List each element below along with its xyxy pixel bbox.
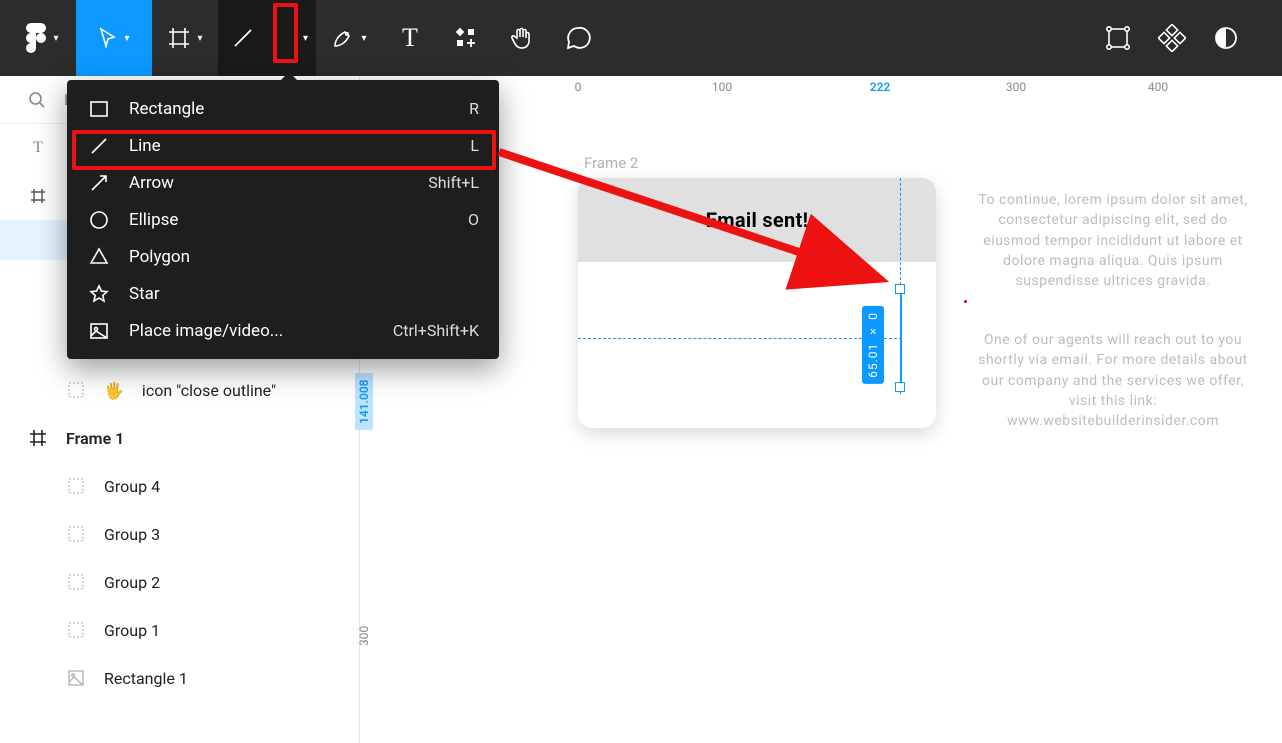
layer-group-1[interactable]: Group 1	[0, 606, 359, 654]
menu-item-star[interactable]: Star	[67, 275, 499, 312]
ruler-tick: 400	[1148, 80, 1168, 94]
chevron-down-icon: ▾	[197, 33, 202, 44]
menu-item-rectangle[interactable]: Rectangle R	[67, 90, 499, 127]
chevron-down-icon: ▾	[361, 33, 366, 44]
menu-item-place-image[interactable]: Place image/video... Ctrl+Shift+K	[67, 312, 499, 349]
comment-tool-button[interactable]	[550, 0, 606, 76]
resources-button[interactable]	[438, 0, 494, 76]
group-dashed-icon	[66, 478, 86, 494]
group-dashed-icon	[66, 574, 86, 590]
layer-group-2[interactable]: Group 2	[0, 558, 359, 606]
guide-horizontal	[578, 338, 902, 339]
menu-item-polygon[interactable]: Polygon	[67, 238, 499, 275]
layer-close-icon[interactable]: 🖐️ icon "close outline"	[0, 366, 359, 414]
toolbar-right	[1104, 24, 1274, 52]
shape-tool-dropdown: Rectangle R Line L Arrow Shift+L Ellipse…	[67, 80, 499, 359]
move-tool-button[interactable]: ▾	[76, 0, 152, 76]
cursor-emoji-icon: 🖐️	[104, 381, 124, 400]
frame-paragraph-2: One of our agents will reach out to you …	[976, 330, 1250, 431]
dimensions-badge: 65.01 × 0	[862, 306, 884, 384]
frame-label[interactable]: Frame 2	[584, 154, 638, 172]
chevron-down-icon: ▾	[124, 33, 129, 44]
search-icon	[28, 91, 46, 109]
layer-group-3[interactable]: Group 3	[0, 510, 359, 558]
chevron-down-icon: ▾	[53, 33, 58, 44]
ruler-tick: 0	[575, 80, 582, 94]
selection-handle-top[interactable]	[895, 284, 905, 294]
image-icon	[87, 321, 111, 341]
components-icon[interactable]	[1158, 24, 1186, 52]
shape-tool-chevron[interactable]: ▾	[268, 0, 316, 76]
dark-mode-icon[interactable]	[1212, 24, 1240, 52]
selected-line[interactable]	[900, 290, 902, 386]
group-dashed-icon	[66, 526, 86, 542]
menu-item-ellipse[interactable]: Ellipse O	[67, 201, 499, 238]
shape-tool-button[interactable]	[218, 0, 268, 76]
selection-handle-bottom[interactable]	[895, 382, 905, 392]
hand-tool-button[interactable]	[494, 0, 550, 76]
text-tool-button[interactable]: T	[382, 0, 438, 76]
frame-paragraph-1: To continue, lorem ipsum dolor sit amet,…	[976, 190, 1250, 291]
arrow-icon	[87, 173, 111, 193]
figma-menu-button[interactable]: ▾	[8, 0, 76, 76]
layer-rectangle-1[interactable]: Rectangle 1	[0, 654, 359, 702]
chevron-down-icon: ▾	[303, 33, 308, 44]
card-title: Email sent!	[578, 178, 936, 262]
ruler-tick: 300	[1006, 80, 1026, 94]
star-icon	[87, 284, 111, 304]
layer-group-4[interactable]: Group 4	[0, 462, 359, 510]
stray-marker	[964, 300, 967, 303]
image-layer-icon	[66, 670, 86, 686]
ruler-tick: 222	[870, 80, 891, 94]
menu-item-arrow[interactable]: Arrow Shift+L	[67, 164, 499, 201]
group-dashed-icon	[66, 622, 86, 638]
ruler-tick: 141.008	[355, 373, 373, 430]
ellipse-icon	[87, 210, 111, 230]
select-matching-icon[interactable]	[1104, 24, 1132, 52]
frame-icon	[28, 429, 48, 447]
menu-item-line[interactable]: Line L	[67, 127, 499, 164]
frame-tool-button[interactable]: ▾	[152, 0, 218, 76]
frame-icon	[28, 188, 48, 204]
ruler-tick: 300	[357, 626, 371, 646]
main-toolbar: ▾ ▾ ▾ ▾ ▾ T	[0, 0, 1282, 76]
group-dashed-icon	[66, 382, 86, 398]
rectangle-icon	[87, 99, 111, 119]
line-icon	[87, 136, 111, 156]
layer-frame-1[interactable]: Frame 1	[0, 414, 359, 462]
polygon-icon	[87, 247, 111, 267]
ruler-tick: 100	[712, 80, 732, 94]
pen-tool-button[interactable]: ▾	[316, 0, 382, 76]
frame-2-card[interactable]: Email sent!	[578, 178, 936, 428]
text-layer-icon: T	[28, 139, 48, 157]
